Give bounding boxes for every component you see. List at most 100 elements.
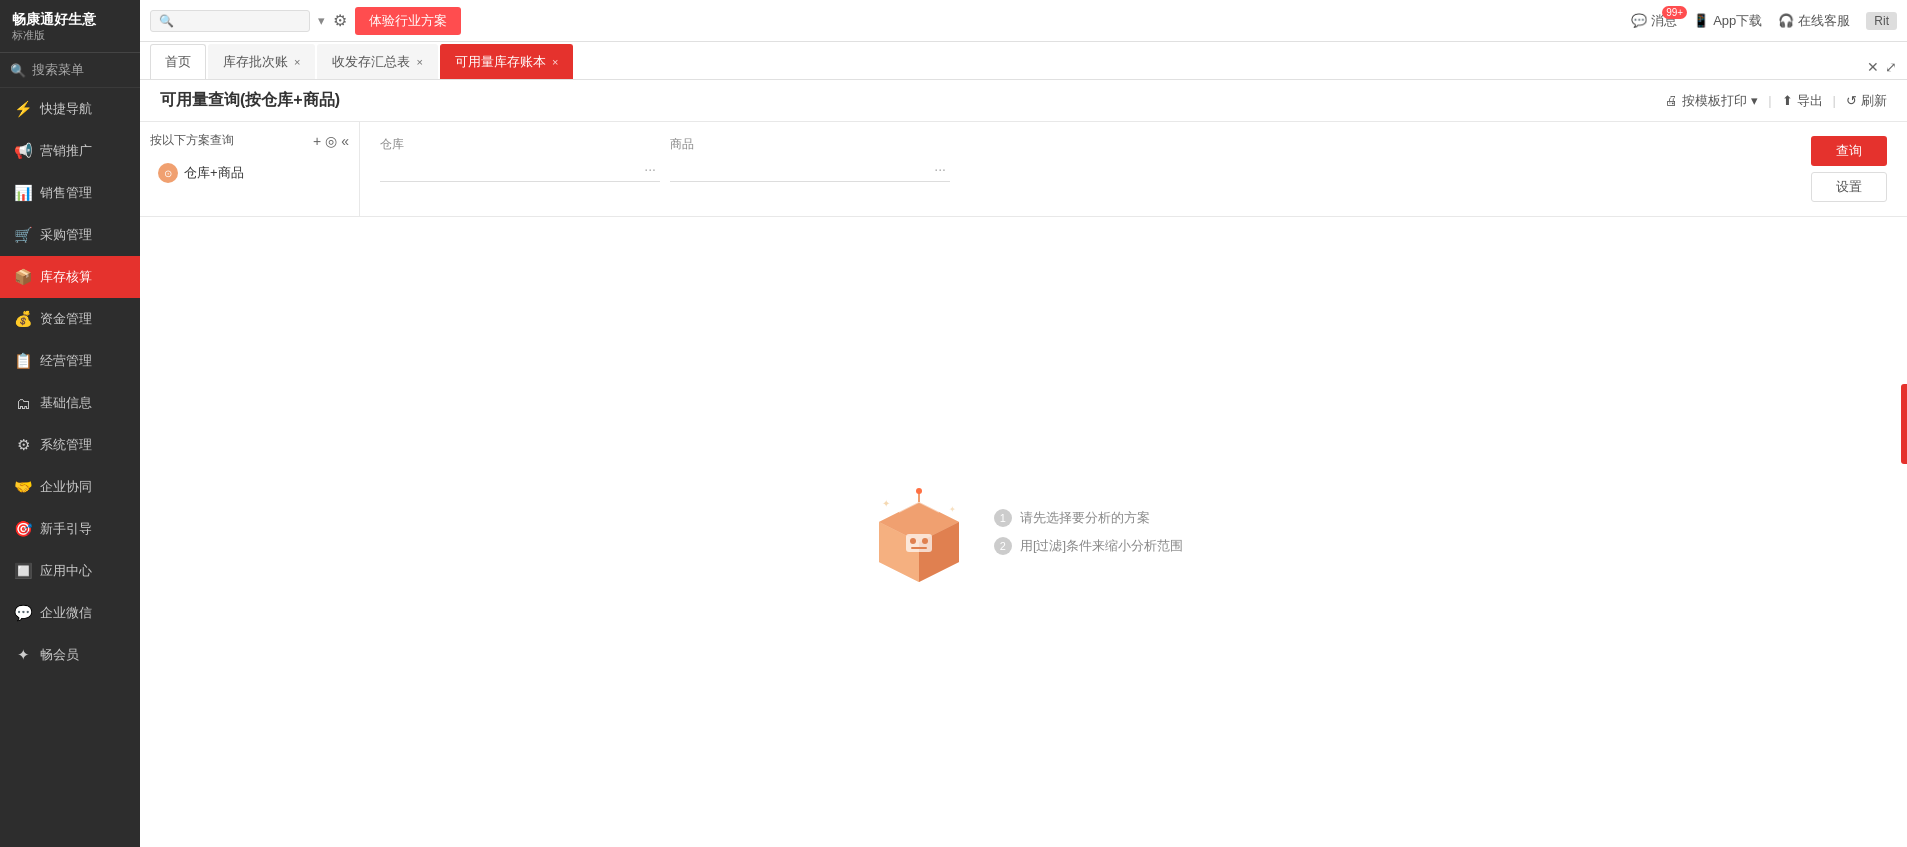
empty-illustration: ✦ ✦ <box>864 482 964 582</box>
svg-rect-7 <box>911 547 927 549</box>
sidebar-item-newbie[interactable]: 🎯 新手引导 <box>0 508 140 550</box>
empty-state: ✦ ✦ 1 请先选择要分析的方案 2 用[过滤]条件来缩小分析范围 <box>140 217 1907 847</box>
marketing-icon: 📢 <box>14 142 32 160</box>
print-action[interactable]: 🖨 按模板打印 ▾ <box>1665 92 1758 110</box>
sidebar-item-label: 经营管理 <box>40 352 92 370</box>
sidebar-item-label: 快捷导航 <box>40 100 92 118</box>
svg-point-5 <box>910 538 916 544</box>
edition-label: 标准版 <box>12 28 128 42</box>
tip-num-2: 2 <box>994 537 1012 555</box>
filter-settings-button[interactable]: 设置 <box>1811 172 1887 202</box>
tip-text-2: 用[过滤]条件来缩小分析范围 <box>1020 537 1183 555</box>
refresh-icon: ↺ <box>1846 93 1857 108</box>
member-icon: ✦ <box>14 646 32 664</box>
sidebar-item-label: 基础信息 <box>40 394 92 412</box>
sidebar-item-label: 营销推广 <box>40 142 92 160</box>
finance-icon: 💰 <box>14 310 32 328</box>
topbar-gear-button[interactable]: ⚙ <box>333 11 347 30</box>
right-scroll-indicator <box>1901 384 1907 464</box>
empty-content: ✦ ✦ 1 请先选择要分析的方案 2 用[过滤]条件来缩小分析范围 <box>864 482 1183 582</box>
sidebar-item-purchase[interactable]: 🛒 采购管理 <box>0 214 140 256</box>
topbar-search-icon: 🔍 <box>159 14 174 28</box>
empty-tip-1: 1 请先选择要分析的方案 <box>994 509 1183 527</box>
sidebar-item-sales[interactable]: 📊 销售管理 <box>0 172 140 214</box>
topbar: 🔍 ▾ ⚙ 体验行业方案 💬 消息 99+ 📱 App下载 🎧 在线客服 Rit <box>140 0 1907 42</box>
svg-point-6 <box>922 538 928 544</box>
batch-account-tab-label: 库存批次账 <box>223 53 288 71</box>
online-service-label: 在线客服 <box>1798 12 1850 30</box>
filter-area: 按以下方案查询 + ◎ « ⊙ 仓库+商品 仓库 <box>140 122 1907 217</box>
industry-solution-button[interactable]: 体验行业方案 <box>355 7 461 35</box>
schemes-actions: + ◎ « <box>313 133 349 149</box>
summary-tab-label: 收发存汇总表 <box>332 53 410 71</box>
close-available-qty-icon[interactable]: × <box>552 56 558 68</box>
sidebar-search[interactable]: 🔍 搜索菜单 <box>0 53 140 88</box>
page-header: 可用量查询(按仓库+商品) 🖨 按模板打印 ▾ | ⬆ 导出 | ↺ 刷新 <box>140 80 1907 122</box>
page-title: 可用量查询(按仓库+商品) <box>160 90 340 111</box>
tab-summary[interactable]: 收发存汇总表 × <box>317 44 437 79</box>
export-label: 导出 <box>1797 92 1823 110</box>
topbar-search-box[interactable]: 🔍 <box>150 10 310 32</box>
close-tab-button[interactable]: ✕ <box>1867 59 1879 75</box>
tab-batch-account[interactable]: 库存批次账 × <box>208 44 315 79</box>
empty-tips: 1 请先选择要分析的方案 2 用[过滤]条件来缩小分析范围 <box>994 509 1183 555</box>
online-service-button[interactable]: 🎧 在线客服 <box>1778 12 1850 30</box>
goods-input-wrapper: ··· <box>670 157 950 182</box>
goods-more-icon[interactable]: ··· <box>934 161 946 177</box>
home-tab-label: 首页 <box>165 53 191 71</box>
svg-text:✦: ✦ <box>882 498 890 509</box>
sidebar-item-wechat[interactable]: 💬 企业微信 <box>0 592 140 634</box>
filter-action-buttons: 查询 设置 <box>1811 122 1907 216</box>
enterprise-icon: 🤝 <box>14 478 32 496</box>
sidebar-item-operation[interactable]: 📋 经营管理 <box>0 340 140 382</box>
sidebar-item-quick-nav[interactable]: ⚡ 快捷导航 <box>0 88 140 130</box>
topbar-chevron-icon[interactable]: ▾ <box>318 13 325 28</box>
headset-icon: 🎧 <box>1778 13 1794 28</box>
newbie-icon: 🎯 <box>14 520 32 538</box>
refresh-action[interactable]: ↺ 刷新 <box>1846 92 1887 110</box>
action-sep1: | <box>1768 93 1771 108</box>
sidebar-item-enterprise[interactable]: 🤝 企业协同 <box>0 466 140 508</box>
tab-available-qty[interactable]: 可用量库存账本 × <box>440 44 573 79</box>
user-avatar[interactable]: Rit <box>1866 12 1897 30</box>
operation-icon: 📋 <box>14 352 32 370</box>
tabs-bar-actions: ✕ ⤢ <box>1867 59 1897 79</box>
topbar-right: 💬 消息 99+ 📱 App下载 🎧 在线客服 Rit <box>1631 12 1897 30</box>
sidebar-item-label: 企业协同 <box>40 478 92 496</box>
maximize-tab-button[interactable]: ⤢ <box>1885 59 1897 75</box>
warehouse-more-icon[interactable]: ··· <box>644 161 656 177</box>
tab-home[interactable]: 首页 <box>150 44 206 79</box>
sidebar-item-label: 畅会员 <box>40 646 79 664</box>
sidebar-item-label: 系统管理 <box>40 436 92 454</box>
svg-point-9 <box>916 488 922 494</box>
close-summary-icon[interactable]: × <box>416 56 422 68</box>
goods-input[interactable] <box>674 162 930 177</box>
sidebar-item-label: 库存核算 <box>40 268 92 286</box>
message-button[interactable]: 💬 消息 99+ <box>1631 12 1677 30</box>
sidebar-item-basic[interactable]: 🗂 基础信息 <box>0 382 140 424</box>
sidebar-item-apps[interactable]: 🔲 应用中心 <box>0 550 140 592</box>
sidebar-item-label: 新手引导 <box>40 520 92 538</box>
sidebar-item-marketing[interactable]: 📢 营销推广 <box>0 130 140 172</box>
basic-icon: 🗂 <box>14 395 32 412</box>
sidebar-item-finance[interactable]: 💰 资金管理 <box>0 298 140 340</box>
system-icon: ⚙ <box>14 436 32 454</box>
settings-scheme-button[interactable]: ◎ <box>325 133 337 149</box>
close-batch-account-icon[interactable]: × <box>294 56 300 68</box>
warehouse-field-label: 仓库 <box>380 136 660 153</box>
query-button[interactable]: 查询 <box>1811 136 1887 166</box>
empty-tip-2: 2 用[过滤]条件来缩小分析范围 <box>994 537 1183 555</box>
print-label: 按模板打印 <box>1682 92 1747 110</box>
export-icon: ⬆ <box>1782 93 1793 108</box>
sidebar-logo: 畅康通好生意 标准版 <box>0 0 140 53</box>
scheme-item-warehouse-goods[interactable]: ⊙ 仓库+商品 <box>150 157 349 189</box>
sidebar-item-inventory[interactable]: 📦 库存核算 <box>0 256 140 298</box>
add-scheme-button[interactable]: + <box>313 133 321 149</box>
warehouse-input[interactable] <box>384 162 640 177</box>
collapse-scheme-button[interactable]: « <box>341 133 349 149</box>
export-action[interactable]: ⬆ 导出 <box>1782 92 1823 110</box>
app-download-button[interactable]: 📱 App下载 <box>1693 12 1762 30</box>
sidebar-item-member[interactable]: ✦ 畅会员 <box>0 634 140 676</box>
goods-field-label: 商品 <box>670 136 950 153</box>
sidebar-item-system[interactable]: ⚙ 系统管理 <box>0 424 140 466</box>
